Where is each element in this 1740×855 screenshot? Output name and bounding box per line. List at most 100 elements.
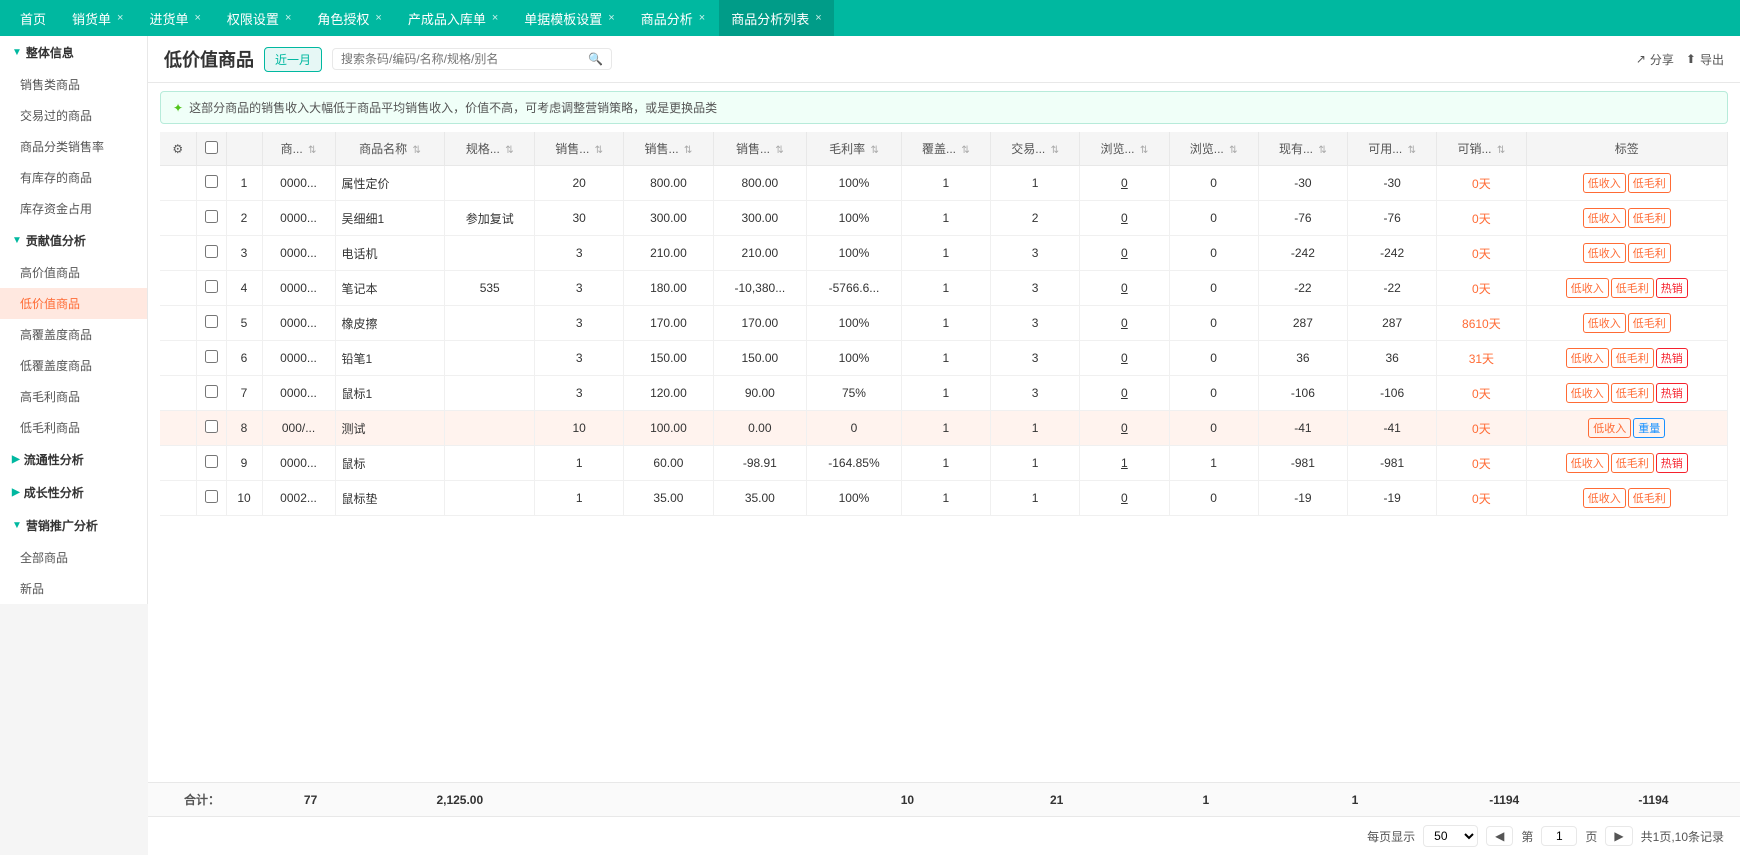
nav-tab-close-进货单[interactable]: ×: [194, 12, 200, 24]
col-coverage[interactable]: 覆盖... ⇅: [901, 132, 990, 166]
row-checkbox-4[interactable]: [205, 315, 218, 328]
nav-tab-单据模板设置[interactable]: 单据模板设置×: [512, 0, 626, 36]
col-available[interactable]: 可用... ⇅: [1348, 132, 1437, 166]
col-view2[interactable]: 浏览... ⇅: [1169, 132, 1258, 166]
sidebar-item-有库存的商品[interactable]: 有库存的商品: [0, 162, 147, 193]
table-container[interactable]: ⚙ 商... ⇅ 商品名称 ⇅ 规格... ⇅ 销售... ⇅ 销售... ⇅ …: [148, 132, 1740, 782]
col-name[interactable]: 商品名称 ⇅: [335, 132, 445, 166]
row-checkbox-8[interactable]: [205, 455, 218, 468]
cell-view1-1[interactable]: 0: [1080, 201, 1169, 236]
col-checkbox[interactable]: [196, 132, 226, 166]
cell-checkbox-3[interactable]: [196, 271, 226, 306]
nav-tab-close-角色授权[interactable]: ×: [375, 12, 381, 24]
nav-tab-close-单据模板设置[interactable]: ×: [608, 12, 614, 24]
row-checkbox-9[interactable]: [205, 490, 218, 503]
row-checkbox-1[interactable]: [205, 210, 218, 223]
cell-checkbox-1[interactable]: [196, 201, 226, 236]
nav-tab-商品分析列表[interactable]: 商品分析列表×: [719, 0, 833, 36]
sidebar-item-销售类商品[interactable]: 销售类商品: [0, 69, 147, 100]
prev-page-button[interactable]: ◀: [1486, 826, 1513, 846]
nav-tab-close-商品分析列表[interactable]: ×: [815, 12, 821, 24]
cell-view1-7[interactable]: 0: [1080, 411, 1169, 446]
cell-settings-7[interactable]: [160, 411, 196, 446]
nav-tab-close-权限设置[interactable]: ×: [285, 12, 291, 24]
cell-settings-8[interactable]: [160, 446, 196, 481]
cell-checkbox-2[interactable]: [196, 236, 226, 271]
col-trade[interactable]: 交易... ⇅: [991, 132, 1080, 166]
cell-view1-2[interactable]: 0: [1080, 236, 1169, 271]
cell-view1-4[interactable]: 0: [1080, 306, 1169, 341]
row-checkbox-0[interactable]: [205, 175, 218, 188]
nav-tab-close-销货单[interactable]: ×: [117, 12, 123, 24]
col-view1[interactable]: 浏览... ⇅: [1080, 132, 1169, 166]
cell-checkbox-8[interactable]: [196, 446, 226, 481]
row-checkbox-3[interactable]: [205, 280, 218, 293]
nav-tab-销货单[interactable]: 销货单×: [60, 0, 135, 36]
export-button[interactable]: ⬆ 导出: [1686, 51, 1724, 68]
cell-settings-0[interactable]: [160, 166, 196, 201]
nav-tab-close-商品分析[interactable]: ×: [699, 12, 705, 24]
row-checkbox-6[interactable]: [205, 385, 218, 398]
sidebar-section-贡献值分析[interactable]: ▼ 贡献值分析: [0, 224, 147, 257]
col-sale-amount[interactable]: 销售... ⇅: [713, 132, 807, 166]
cell-settings-4[interactable]: [160, 306, 196, 341]
nav-tab-产成品入库单[interactable]: 产成品入库单×: [396, 0, 510, 36]
sidebar-item-交易过的商品[interactable]: 交易过的商品: [0, 100, 147, 131]
cell-checkbox-9[interactable]: [196, 481, 226, 516]
cell-view1-8[interactable]: 1: [1080, 446, 1169, 481]
cell-view1-0[interactable]: 0: [1080, 166, 1169, 201]
cell-checkbox-6[interactable]: [196, 376, 226, 411]
sidebar-item-低覆盖度商品[interactable]: 低覆盖度商品: [0, 350, 147, 381]
cell-settings-1[interactable]: [160, 201, 196, 236]
cell-settings-2[interactable]: [160, 236, 196, 271]
nav-tab-商品分析[interactable]: 商品分析×: [629, 0, 717, 36]
sidebar-item-低价值商品[interactable]: 低价值商品: [0, 288, 147, 319]
sidebar-section-整体信息[interactable]: ▼ 整体信息: [0, 36, 147, 69]
period-button[interactable]: 近一月: [264, 47, 322, 72]
cell-settings-6[interactable]: [160, 376, 196, 411]
sidebar-section-成长性分析[interactable]: ▶ 成长性分析: [0, 476, 147, 509]
sidebar-section-流通性分析[interactable]: ▶ 流通性分析: [0, 443, 147, 476]
col-sale-price[interactable]: 销售... ⇅: [624, 132, 713, 166]
cell-view1-3[interactable]: 0: [1080, 271, 1169, 306]
col-sellable[interactable]: 可销... ⇅: [1437, 132, 1526, 166]
cell-view1-6[interactable]: 0: [1080, 376, 1169, 411]
select-all-checkbox[interactable]: [205, 141, 218, 154]
cell-settings-9[interactable]: [160, 481, 196, 516]
row-checkbox-2[interactable]: [205, 245, 218, 258]
nav-tab-进货单[interactable]: 进货单×: [137, 0, 212, 36]
cell-checkbox-0[interactable]: [196, 166, 226, 201]
col-spec[interactable]: 规格... ⇅: [445, 132, 535, 166]
sidebar-item-高覆盖度商品[interactable]: 高覆盖度商品: [0, 319, 147, 350]
sidebar-item-全部商品[interactable]: 全部商品: [0, 542, 147, 573]
nav-tab-首页[interactable]: 首页: [8, 0, 58, 36]
col-margin[interactable]: 毛利率 ⇅: [807, 132, 902, 166]
page-number-input[interactable]: [1541, 826, 1577, 846]
nav-tab-角色授权[interactable]: 角色授权×: [305, 0, 393, 36]
cell-settings-3[interactable]: [160, 271, 196, 306]
cell-view1-5[interactable]: 0: [1080, 341, 1169, 376]
col-current[interactable]: 现有... ⇅: [1258, 132, 1347, 166]
sidebar-item-低毛利商品[interactable]: 低毛利商品: [0, 412, 147, 443]
cell-checkbox-5[interactable]: [196, 341, 226, 376]
col-settings[interactable]: ⚙: [160, 132, 196, 166]
sidebar-item-高价值商品[interactable]: 高价值商品: [0, 257, 147, 288]
sidebar-item-新品[interactable]: 新品: [0, 573, 147, 604]
sidebar-item-库存资金占用[interactable]: 库存资金占用: [0, 193, 147, 224]
sidebar-item-商品分类销售率[interactable]: 商品分类销售率: [0, 131, 147, 162]
cell-checkbox-4[interactable]: [196, 306, 226, 341]
sidebar-section-营销推广分析[interactable]: ▼ 营销推广分析: [0, 509, 147, 542]
nav-tab-权限设置[interactable]: 权限设置×: [215, 0, 303, 36]
cell-view1-9[interactable]: 0: [1080, 481, 1169, 516]
nav-tab-close-产成品入库单[interactable]: ×: [492, 12, 498, 24]
col-code[interactable]: 商... ⇅: [262, 132, 335, 166]
col-sale-qty[interactable]: 销售... ⇅: [535, 132, 624, 166]
next-page-button[interactable]: ▶: [1605, 826, 1632, 846]
page-size-select[interactable]: 50 100 200: [1423, 825, 1478, 847]
cell-checkbox-7[interactable]: [196, 411, 226, 446]
share-button[interactable]: ↗ 分享: [1636, 51, 1674, 68]
search-input[interactable]: [341, 52, 582, 66]
row-checkbox-7[interactable]: [205, 420, 218, 433]
row-checkbox-5[interactable]: [205, 350, 218, 363]
cell-settings-5[interactable]: [160, 341, 196, 376]
